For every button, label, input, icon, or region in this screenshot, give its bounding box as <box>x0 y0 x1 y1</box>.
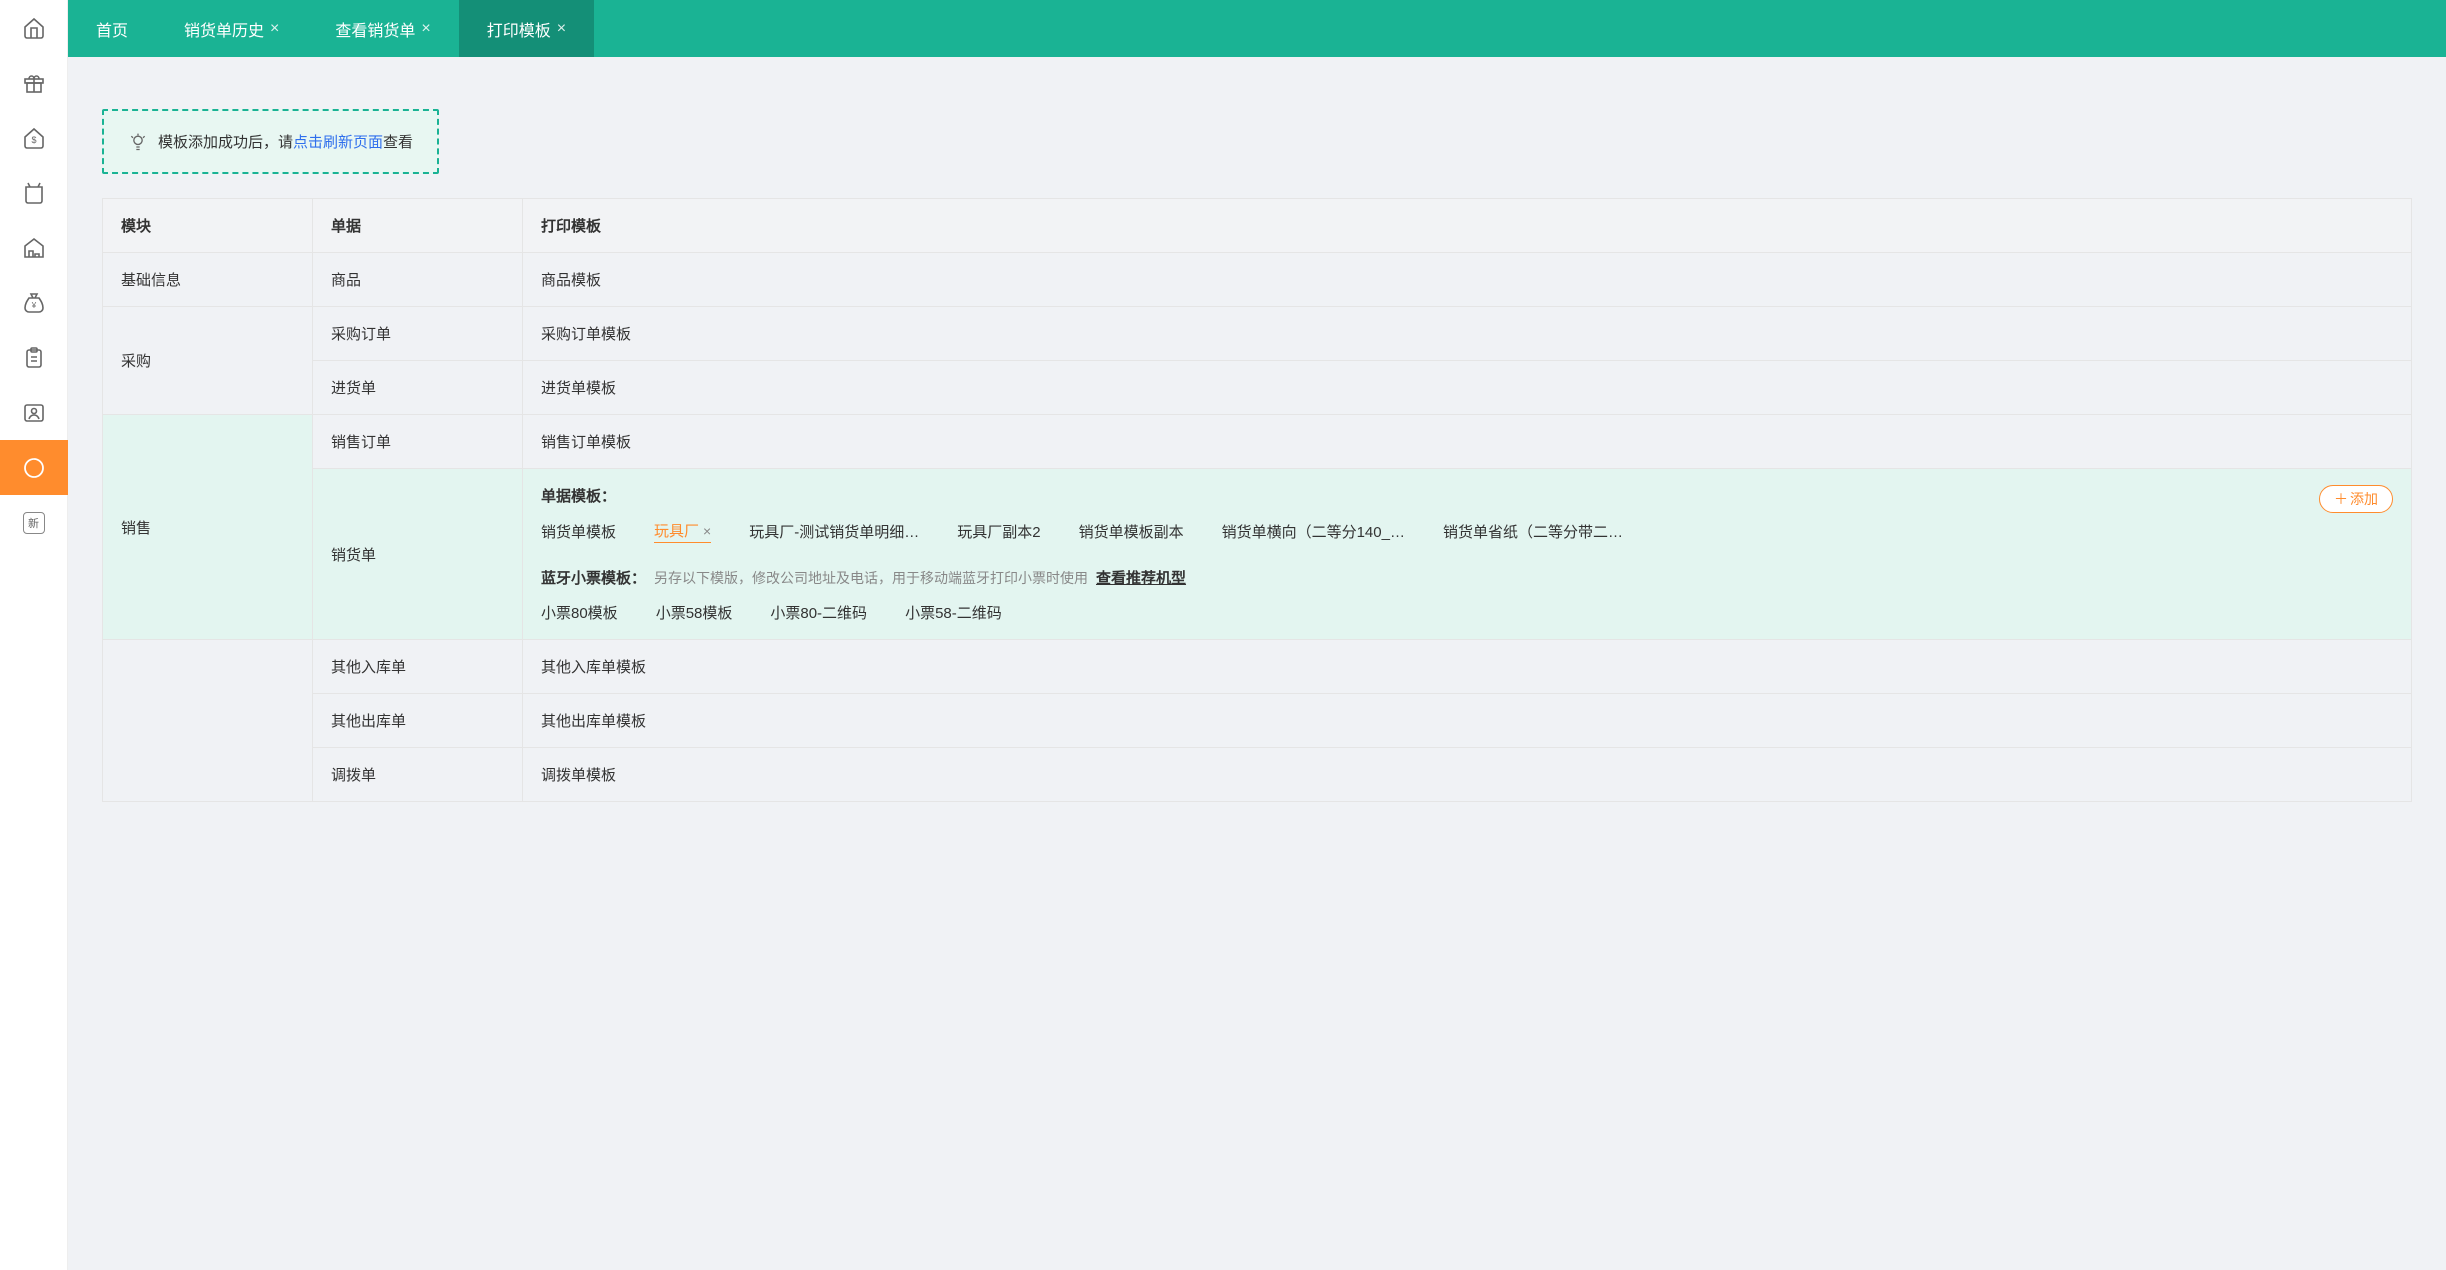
template-item[interactable]: 玩具厂-测试销货单明细… <box>749 521 919 542</box>
doc-cell: 销货单 <box>313 469 523 640</box>
table-row: 销售 销售订单 销售订单模板 <box>103 415 2412 469</box>
sidebar-contact[interactable] <box>0 385 68 440</box>
bt-section-title: 蓝牙小票模板： <box>541 567 646 588</box>
close-icon[interactable]: × <box>557 20 566 38</box>
close-icon[interactable]: × <box>270 20 279 38</box>
bt-template-list: 小票80模板 小票58模板 小票80-二维码 小票58-二维码 <box>541 602 2393 623</box>
section-title: 单据模板： <box>541 485 2309 506</box>
template-item[interactable]: 其他出库单模板 <box>541 710 646 731</box>
table-row: 基础信息 商品 商品模板 <box>103 253 2412 307</box>
template-item[interactable]: 小票58-二维码 <box>905 602 1002 623</box>
template-item[interactable]: 调拨单模板 <box>541 764 616 785</box>
doc-cell: 商品 <box>313 253 523 307</box>
home-icon <box>22 16 46 40</box>
sync-icon <box>22 456 46 480</box>
module-cell: 基础信息 <box>103 253 313 307</box>
template-cell: 进货单模板 <box>523 361 2412 415</box>
tab-bar: 首页 销货单历史 × 查看销货单 × 打印模板 × <box>68 0 2446 57</box>
template-list: 销货单模板 玩具厂 × 玩具厂-测试销货单明细… 玩具厂副本2 销货单模板副本 <box>541 520 2309 543</box>
tab-label: 首页 <box>96 17 128 41</box>
header-module: 模块 <box>103 199 313 253</box>
bt-description: 另存以下模版，修改公司地址及电话，用于移动端蓝牙打印小票时使用 <box>654 568 1088 588</box>
contact-icon <box>22 401 46 425</box>
money-bag-icon: ¥ <box>22 291 46 315</box>
doc-cell: 其他出库单 <box>313 694 523 748</box>
sidebar-sync[interactable] <box>0 440 68 495</box>
tab-label: 查看销货单 <box>335 17 415 41</box>
template-cell: 销售订单模板 <box>523 415 2412 469</box>
finance-icon: $ <box>22 126 46 150</box>
module-cell <box>103 640 313 802</box>
template-cell: 其他出库单模板 <box>523 694 2412 748</box>
table-row: 其他入库单 其他入库单模板 <box>103 640 2412 694</box>
sidebar-money[interactable]: ¥ <box>0 275 68 330</box>
doc-cell: 采购订单 <box>313 307 523 361</box>
template-cell: 采购订单模板 <box>523 307 2412 361</box>
table-row-active: 销货单 单据模板： 销货单模板 玩具厂 <box>103 469 2412 640</box>
add-template-button[interactable]: ＋添加 <box>2319 485 2393 513</box>
close-icon[interactable]: × <box>421 20 430 38</box>
template-item[interactable]: 商品模板 <box>541 269 601 290</box>
hint-banner: 模板添加成功后，请点击刷新页面查看 <box>102 109 439 174</box>
template-item[interactable]: 销货单模板副本 <box>1079 521 1184 542</box>
template-item[interactable]: 销售订单模板 <box>541 431 631 452</box>
header-template: 打印模板 <box>523 199 2412 253</box>
plus-icon: ＋ <box>2334 489 2348 509</box>
template-cell: 商品模板 <box>523 253 2412 307</box>
sidebar-new[interactable]: 新 <box>0 495 68 550</box>
template-item[interactable]: 销货单横向（二等分140_… <box>1222 521 1405 542</box>
table-row: 采购 采购订单 采购订单模板 <box>103 307 2412 361</box>
template-item[interactable]: 进货单模板 <box>541 377 616 398</box>
tab-view-sales[interactable]: 查看销货单 × <box>307 0 458 57</box>
sidebar-gift[interactable] <box>0 55 68 110</box>
header-doc: 单据 <box>313 199 523 253</box>
sidebar-clipboard[interactable] <box>0 330 68 385</box>
doc-cell: 进货单 <box>313 361 523 415</box>
template-cell: 其他入库单模板 <box>523 640 2412 694</box>
close-icon[interactable]: × <box>703 523 711 539</box>
svg-text:¥: ¥ <box>30 301 36 310</box>
tab-home[interactable]: 首页 <box>68 0 156 57</box>
template-table: 模块 单据 打印模板 基础信息 商品 商品模板 <box>102 198 2412 802</box>
template-item[interactable]: 采购订单模板 <box>541 323 631 344</box>
doc-cell: 调拨单 <box>313 748 523 802</box>
new-icon: 新 <box>23 512 45 534</box>
doc-cell: 其他入库单 <box>313 640 523 694</box>
tab-sales-history[interactable]: 销货单历史 × <box>156 0 307 57</box>
template-item-selected[interactable]: 玩具厂 × <box>654 520 711 543</box>
template-cell: 单据模板： 销货单模板 玩具厂 × 玩具厂-测试销货单明细… <box>523 469 2412 640</box>
template-cell: 调拨单模板 <box>523 748 2412 802</box>
template-item[interactable]: 玩具厂副本2 <box>957 521 1040 542</box>
gift-icon <box>22 71 46 95</box>
shopping-icon <box>22 181 46 205</box>
table-row: 其他出库单 其他出库单模板 <box>103 694 2412 748</box>
template-item[interactable]: 销货单模板 <box>541 521 616 542</box>
template-item[interactable]: 销货单省纸（二等分带二… <box>1443 521 1623 542</box>
template-item[interactable]: 小票80模板 <box>541 602 618 623</box>
template-item[interactable]: 小票80-二维码 <box>770 602 867 623</box>
module-cell: 采购 <box>103 307 313 415</box>
doc-cell: 销售订单 <box>313 415 523 469</box>
table-row: 进货单 进货单模板 <box>103 361 2412 415</box>
warehouse-icon <box>22 236 46 260</box>
table-row: 调拨单 调拨单模板 <box>103 748 2412 802</box>
sidebar: $ ¥ 新 <box>0 0 68 1270</box>
clipboard-icon <box>22 346 46 370</box>
sidebar-finance[interactable]: $ <box>0 110 68 165</box>
hint-text: 模板添加成功后，请点击刷新页面查看 <box>158 131 413 152</box>
tab-print-template[interactable]: 打印模板 × <box>459 0 594 57</box>
svg-text:$: $ <box>31 135 36 145</box>
tab-label: 销货单历史 <box>184 17 264 41</box>
lightbulb-icon <box>128 132 148 152</box>
template-item[interactable]: 其他入库单模板 <box>541 656 646 677</box>
refresh-link[interactable]: 点击刷新页面 <box>293 134 383 151</box>
sidebar-home[interactable] <box>0 0 68 55</box>
sidebar-shopping[interactable] <box>0 165 68 220</box>
template-item[interactable]: 小票58模板 <box>656 602 733 623</box>
recommended-models-link[interactable]: 查看推荐机型 <box>1096 567 1186 588</box>
sidebar-warehouse[interactable] <box>0 220 68 275</box>
tab-label: 打印模板 <box>487 17 551 41</box>
module-cell: 销售 <box>103 415 313 640</box>
